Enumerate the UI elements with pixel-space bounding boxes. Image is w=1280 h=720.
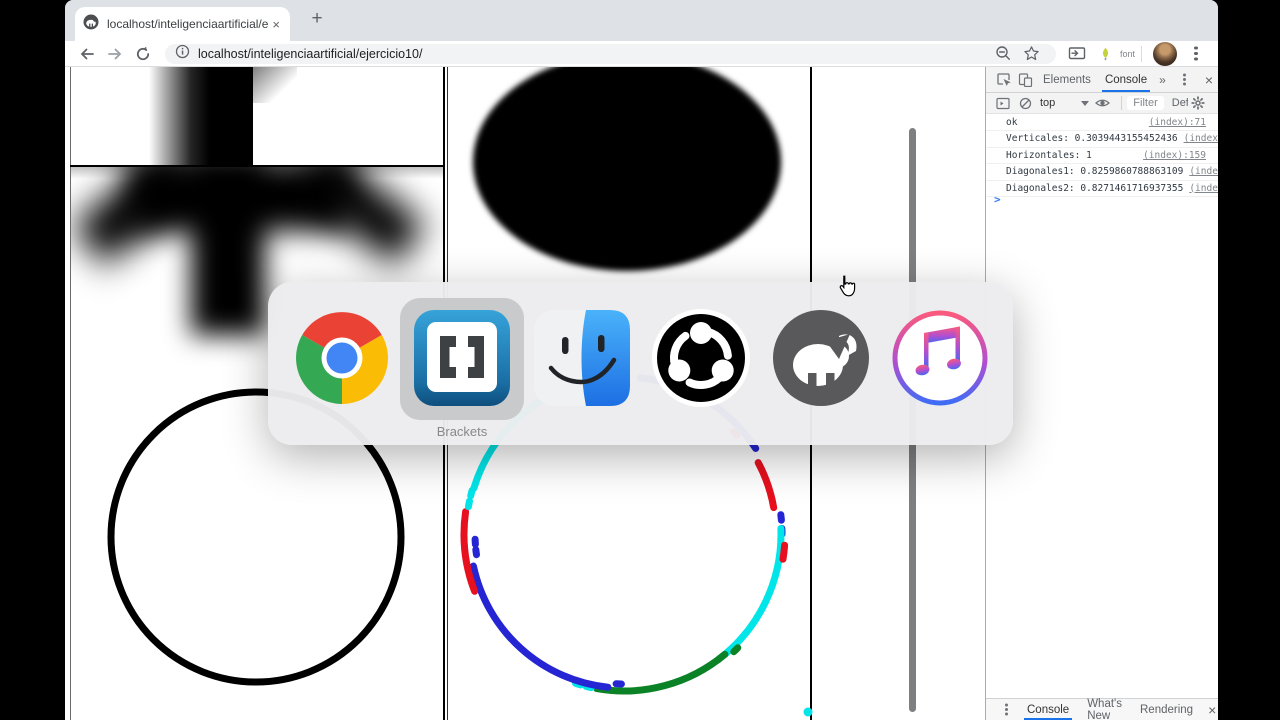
browser-menu-icon[interactable] — [1186, 44, 1206, 64]
hand-cursor-icon — [833, 274, 857, 298]
devtools-close-icon[interactable]: × — [1199, 72, 1218, 88]
page-info-icon[interactable] — [175, 44, 190, 64]
context-selector-label: top — [1040, 97, 1056, 109]
drawer-tab-rendering[interactable]: Rendering — [1131, 699, 1202, 720]
tab-close-icon[interactable]: × — [270, 17, 282, 32]
reload-icon[interactable] — [133, 44, 153, 64]
eye-icon[interactable] — [1093, 93, 1113, 113]
mamp-logo-icon — [773, 310, 869, 406]
devtools-more-tabs-icon[interactable]: » — [1154, 73, 1171, 87]
console-filter-input[interactable]: Filter — [1127, 96, 1164, 110]
console-message-link[interactable]: (index):159 — [1143, 148, 1206, 163]
bookmark-star-icon[interactable] — [1022, 44, 1042, 64]
console-message-text: Horizontales: 1 — [1006, 149, 1092, 161]
ring-arc — [754, 459, 778, 512]
console-message-link[interactable]: (index):160 — [1189, 164, 1218, 179]
console-prompt-chevron[interactable]: > — [994, 193, 1001, 206]
itunes-logo-icon — [892, 310, 988, 406]
profile-avatar[interactable] — [1153, 41, 1177, 66]
console-message-text: Diagonales1: 0.8259860788863109 — [1006, 166, 1184, 178]
tab-title: localhost/inteligenciaartificial/e — [107, 17, 269, 31]
console-message-row: Diagonales2: 0.8271461716937355 (index):1… — [986, 181, 1218, 197]
console-sidebar-icon[interactable] — [993, 93, 1013, 113]
app-icon-obs[interactable] — [651, 308, 751, 408]
devtools-tab-console[interactable]: Console — [1098, 67, 1154, 92]
drawer-close-icon[interactable]: × — [1202, 702, 1218, 718]
console-message-link[interactable]: (index):71 — [1149, 115, 1206, 130]
drawer-tab-whats-new[interactable]: What's New — [1078, 698, 1131, 720]
ring-arc — [779, 541, 789, 563]
console-message-row: Horizontales: 1 (index):159 — [986, 148, 1218, 165]
console-message-link[interactable]: (index):161 — [1189, 181, 1218, 196]
console-message-link[interactable]: (index):158 — [1184, 131, 1218, 146]
finder-logo-icon — [534, 310, 630, 406]
console-message-text: Diagonales2: 0.8271461716937355 — [1006, 182, 1184, 194]
app-icon-mamp[interactable] — [771, 308, 871, 408]
brackets-logo-icon — [414, 310, 510, 406]
console-message-row: ok (index):71 — [986, 115, 1218, 132]
screen: localhost/inteligenciaartificial/e × + l… — [0, 0, 1280, 720]
app-icon-chrome[interactable] — [292, 308, 392, 408]
ring-arc — [469, 562, 612, 691]
selected-app-label: Brackets — [436, 424, 488, 439]
url-text[interactable]: localhost/inteligenciaartificial/ejercic… — [198, 47, 990, 61]
toolbar-divider — [1141, 45, 1142, 62]
console-settings-gear-icon[interactable] — [1188, 93, 1208, 113]
app-icon-finder[interactable] — [532, 308, 632, 408]
back-icon[interactable] — [77, 44, 97, 64]
context-selector[interactable]: top — [1040, 97, 1089, 109]
extension-bulb-icon[interactable] — [1096, 44, 1116, 64]
font-extension-icon[interactable]: font — [1120, 49, 1135, 59]
drawer-menu-icon[interactable] — [996, 700, 1016, 720]
ring-arc — [715, 525, 785, 663]
console-message-row: Diagonales1: 0.8259860788863109 (index):1… — [986, 164, 1218, 181]
console-toolbar: top Filter Defa — [986, 93, 1218, 114]
console-messages: ok (index):71 Verticales: 0.30394431554524… — [986, 115, 1218, 197]
drawer-tab-console[interactable]: Console — [1018, 699, 1078, 720]
ring-arc — [464, 497, 473, 511]
ring-arc — [777, 511, 785, 524]
device-toolbar-icon[interactable] — [1015, 70, 1035, 90]
address-bar[interactable]: localhost/inteligenciaartificial/ejercic… — [165, 43, 1056, 64]
devtools-menu-icon[interactable] — [1175, 70, 1195, 90]
app-switcher-overlay: Brackets — [268, 282, 1013, 445]
new-tab-button[interactable]: + — [305, 8, 329, 30]
obs-logo-icon — [652, 309, 750, 407]
inspect-element-icon[interactable] — [993, 70, 1013, 90]
app-icon-brackets[interactable] — [412, 308, 512, 408]
ring-arc — [467, 486, 476, 500]
ring-arc — [730, 644, 742, 656]
chrome-logo-icon — [296, 312, 388, 404]
chevron-down-icon — [1080, 100, 1089, 106]
console-message-text: Verticales: 0.3039443155452436 — [1006, 133, 1178, 145]
ring-arc — [472, 546, 480, 559]
zoom-out-icon[interactable] — [994, 44, 1014, 64]
forward-icon[interactable] — [105, 44, 125, 64]
console-message-row: Verticales: 0.3039443155452436 (index):15… — [986, 131, 1218, 148]
log-levels-dropdown[interactable]: Defa — [1172, 97, 1188, 109]
console-message-text: ok — [1006, 117, 1018, 128]
devtools-tab-elements[interactable]: Elements — [1036, 67, 1098, 92]
tab-favicon-icon — [83, 14, 99, 35]
devtools-drawer: Console What's New Rendering × — [986, 698, 1218, 720]
tab-capture-icon[interactable] — [1068, 44, 1088, 64]
browser-tab[interactable]: localhost/inteligenciaartificial/e × — [75, 7, 290, 41]
ring-stray-dot — [803, 707, 813, 717]
app-icon-itunes[interactable] — [890, 308, 990, 408]
devtools-tab-bar: Elements Console » × — [986, 67, 1218, 93]
tab-strip: localhost/inteligenciaartificial/e × + — [65, 0, 1218, 41]
browser-toolbar: localhost/inteligenciaartificial/ejercic… — [65, 41, 1218, 67]
devtools-panel: Elements Console » × top Filter Def ok (… — [985, 67, 1218, 720]
clear-console-icon[interactable] — [1015, 93, 1035, 113]
